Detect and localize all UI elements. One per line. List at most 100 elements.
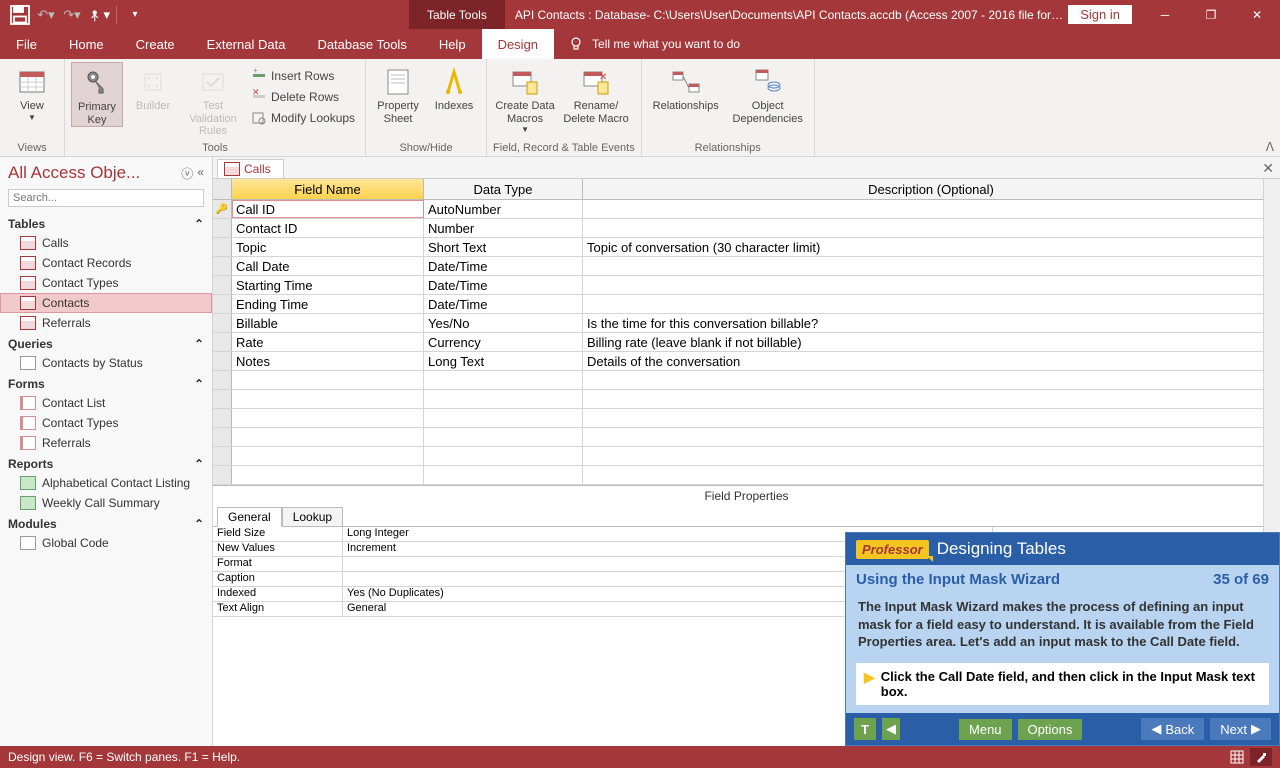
nav-title[interactable]: All Access Obje... (8, 163, 140, 183)
nav-search-input[interactable] (8, 189, 204, 207)
description-cell[interactable] (583, 447, 1280, 465)
redo-icon[interactable]: ↷▾ (60, 3, 84, 27)
select-all-cell[interactable] (213, 179, 232, 200)
indexes-button[interactable]: Indexes (428, 62, 480, 113)
data-type-cell[interactable]: Date/Time (424, 295, 583, 313)
nav-item[interactable]: Referrals (0, 433, 212, 453)
field-name-cell[interactable] (232, 428, 424, 446)
field-name-cell[interactable]: Call Date (232, 257, 424, 275)
table-row[interactable]: RateCurrencyBilling rate (leave blank if… (213, 333, 1280, 352)
minimize-icon[interactable]: ─ (1142, 0, 1188, 29)
description-cell[interactable] (583, 257, 1280, 275)
field-name-cell[interactable]: Rate (232, 333, 424, 351)
undo-icon[interactable]: ↶▾ (34, 3, 58, 27)
field-name-cell[interactable]: Notes (232, 352, 424, 370)
column-header-desc[interactable]: Description (Optional) (583, 179, 1280, 200)
nav-section-forms[interactable]: Forms⌃ (0, 373, 212, 393)
primary-key-button[interactable]: Primary Key (71, 62, 123, 127)
row-selector[interactable] (213, 371, 232, 389)
data-type-cell[interactable]: Date/Time (424, 257, 583, 275)
data-type-cell[interactable] (424, 371, 583, 389)
data-type-cell[interactable] (424, 390, 583, 408)
tutorial-next-button[interactable]: Next ▶ (1210, 718, 1271, 740)
collapse-ribbon-icon[interactable]: ᐱ (1266, 140, 1274, 154)
row-selector[interactable] (213, 390, 232, 408)
signin-button[interactable]: Sign in (1068, 5, 1132, 24)
tutorial-prev-small[interactable]: ◀ (882, 718, 900, 740)
table-row[interactable]: Call DateDate/Time (213, 257, 1280, 276)
qat-customize-icon[interactable]: ▾ (123, 3, 147, 27)
rename-delete-macro-button[interactable]: ✕ Rename/ Delete Macro (561, 62, 631, 125)
description-cell[interactable]: Topic of conversation (30 character limi… (583, 238, 1280, 256)
row-selector[interactable] (213, 276, 232, 294)
save-icon[interactable] (8, 3, 32, 27)
tutorial-t-button[interactable]: T (854, 718, 876, 740)
table-row[interactable]: NotesLong TextDetails of the conversatio… (213, 352, 1280, 371)
column-header-type[interactable]: Data Type (424, 179, 583, 200)
description-cell[interactable]: Details of the conversation (583, 352, 1280, 370)
nav-section-queries[interactable]: Queries⌃ (0, 333, 212, 353)
nav-item[interactable]: Contacts by Status (0, 353, 212, 373)
table-row[interactable]: Contact IDNumber (213, 219, 1280, 238)
maximize-icon[interactable]: ❐ (1188, 0, 1234, 29)
tutorial-options-button[interactable]: Options (1018, 719, 1083, 740)
tab-lookup[interactable]: Lookup (282, 507, 343, 527)
description-cell[interactable] (583, 200, 1280, 218)
data-type-cell[interactable]: AutoNumber (424, 200, 583, 218)
description-cell[interactable] (583, 219, 1280, 237)
tutorial-menu-button[interactable]: Menu (959, 719, 1012, 740)
row-selector[interactable] (213, 333, 232, 351)
field-name-cell[interactable] (232, 390, 424, 408)
menu-design[interactable]: Design (482, 29, 554, 59)
nav-item[interactable]: Contacts (0, 293, 212, 313)
field-name-cell[interactable] (232, 466, 424, 484)
description-cell[interactable] (583, 295, 1280, 313)
design-view-icon[interactable] (1250, 748, 1272, 766)
field-name-cell[interactable] (232, 447, 424, 465)
relationships-button[interactable]: Relationships (648, 62, 724, 113)
field-name-cell[interactable]: Contact ID (232, 219, 424, 237)
row-selector[interactable] (213, 447, 232, 465)
field-name-cell[interactable]: Ending Time (232, 295, 424, 313)
row-selector[interactable] (213, 409, 232, 427)
field-name-cell[interactable]: Billable (232, 314, 424, 332)
field-name-cell[interactable]: Starting Time (232, 276, 424, 294)
delete-rows-button[interactable]: ✕ Delete Rows (247, 87, 359, 107)
menu-file[interactable]: File (0, 29, 53, 59)
row-selector[interactable]: 🔑 (213, 200, 232, 218)
data-type-cell[interactable]: Number (424, 219, 583, 237)
nav-section-modules[interactable]: Modules⌃ (0, 513, 212, 533)
row-selector[interactable] (213, 314, 232, 332)
nav-item[interactable]: Alphabetical Contact Listing (0, 473, 212, 493)
nav-menu-icon[interactable]: ⓥ (181, 165, 193, 182)
row-selector[interactable] (213, 466, 232, 484)
row-selector[interactable] (213, 428, 232, 446)
column-header-field[interactable]: Field Name (232, 179, 424, 200)
nav-collapse-icon[interactable]: « (197, 165, 204, 182)
description-cell[interactable] (583, 276, 1280, 294)
table-row[interactable] (213, 390, 1280, 409)
field-name-cell[interactable]: Call ID (232, 200, 424, 218)
object-dependencies-button[interactable]: Object Dependencies (728, 62, 808, 125)
close-icon[interactable]: ✕ (1234, 0, 1280, 29)
document-tab[interactable]: Calls (217, 159, 284, 178)
datasheet-view-icon[interactable] (1226, 748, 1248, 766)
menu-create[interactable]: Create (120, 29, 191, 59)
tutorial-back-button[interactable]: ◀ Back (1141, 718, 1204, 740)
data-type-cell[interactable] (424, 428, 583, 446)
data-type-cell[interactable] (424, 447, 583, 465)
insert-rows-button[interactable]: + Insert Rows (247, 66, 359, 86)
close-tab-icon[interactable]: ✕ (1262, 160, 1274, 177)
nav-item[interactable]: Contact Records (0, 253, 212, 273)
data-type-cell[interactable]: Currency (424, 333, 583, 351)
data-type-cell[interactable] (424, 409, 583, 427)
menu-database-tools[interactable]: Database Tools (301, 29, 422, 59)
table-row[interactable] (213, 466, 1280, 485)
description-cell[interactable] (583, 371, 1280, 389)
test-validation-button[interactable]: Test Validation Rules (183, 62, 243, 138)
row-selector[interactable] (213, 352, 232, 370)
data-type-cell[interactable]: Short Text (424, 238, 583, 256)
touch-mode-icon[interactable]: ▾ (86, 3, 110, 27)
menu-help[interactable]: Help (423, 29, 482, 59)
description-cell[interactable] (583, 390, 1280, 408)
